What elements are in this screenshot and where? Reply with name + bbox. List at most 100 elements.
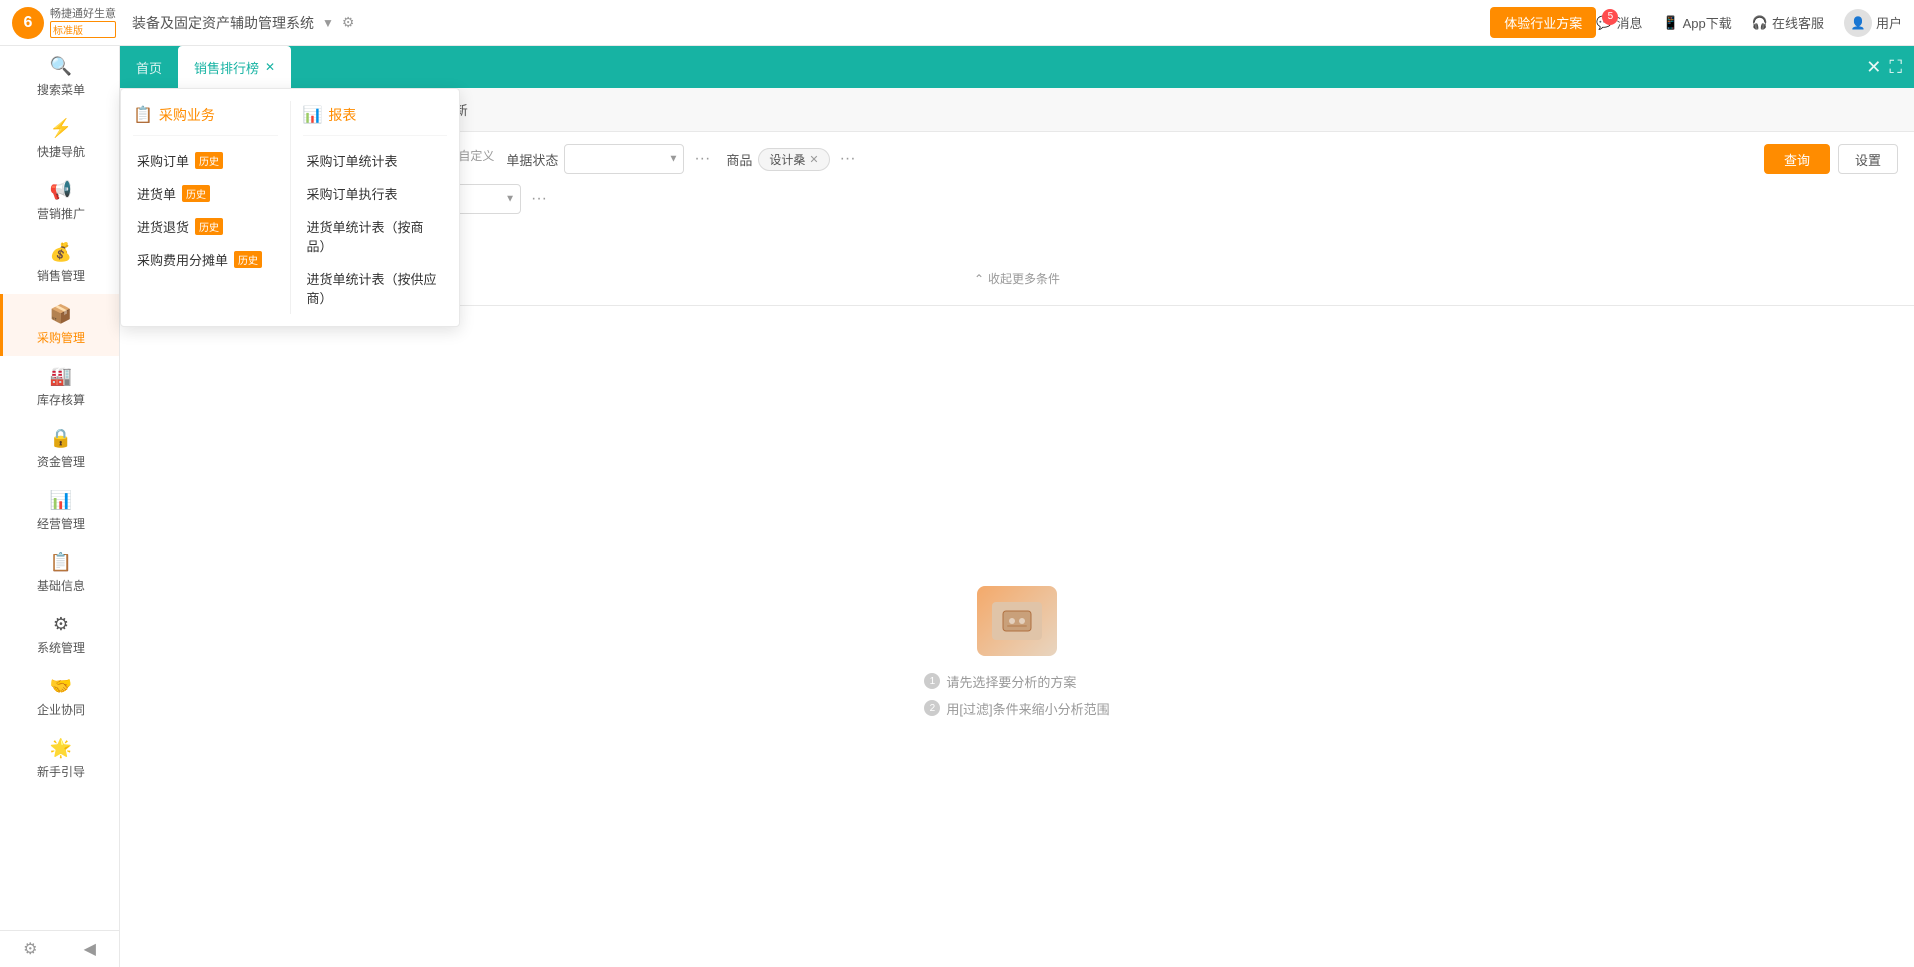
handshake-icon: 🤝: [50, 676, 72, 697]
purchase-col-title-text: 采购业务: [159, 105, 215, 125]
chart-icon: 📊: [50, 490, 72, 511]
report-3-label: 进货单统计表（按商品）: [307, 217, 444, 255]
report-col-title-text: 报表: [328, 105, 356, 125]
user-label: 用户: [1876, 13, 1902, 32]
sidebar-item-finance[interactable]: 🔒 资金管理: [0, 418, 119, 480]
status-label: 单据状态: [506, 150, 558, 169]
empty-text: 1 请先选择要分析的方案 2 用[过滤]条件来缩小分析范围: [924, 672, 1109, 718]
sidebar-item-system[interactable]: ⚙ 系统管理: [0, 604, 119, 666]
message-btn[interactable]: 💬 5 消息: [1596, 13, 1642, 32]
dropdown-cols: 📋 采购业务 采购订单 历史 进货单 历史 进货退货 历史 采购费用分摊单 历史: [121, 101, 459, 314]
dropdown-expense[interactable]: 采购费用分摊单 历史: [133, 243, 278, 276]
message-label: 消息: [1616, 13, 1642, 32]
message-badge-wrap: 💬 5: [1596, 15, 1612, 31]
industry-btn[interactable]: 体验行业方案: [1490, 7, 1596, 38]
expense-label: 采购费用分摊单: [137, 250, 228, 269]
tab-home-label: 首页: [136, 58, 162, 77]
sidebar-label-system: 系统管理: [37, 639, 85, 656]
query-btn[interactable]: 查询: [1764, 144, 1830, 174]
status-ellipsis[interactable]: ···: [690, 150, 714, 168]
top-header: 6 畅捷通好生意 标准版 装备及固定资产辅助管理系统 ▼ ⚙ 体验行业方案 💬 …: [0, 0, 1914, 46]
dropdown-report-3[interactable]: 进货单统计表（按商品）: [303, 210, 448, 262]
sidebar-label-marketing: 营销推广: [37, 205, 85, 222]
sidebar-item-inventory[interactable]: 🏭 库存核算: [0, 356, 119, 418]
sidebar-label-operations: 经营管理: [37, 515, 85, 532]
sidebar-label-finance: 资金管理: [37, 453, 85, 470]
sidebar-bottom: ⚙ ◀: [0, 930, 119, 967]
sidebar-item-basic[interactable]: 📋 基础信息: [0, 542, 119, 604]
user-btn[interactable]: 👤 用户: [1844, 9, 1902, 37]
header-right: 💬 5 消息 📱 App下载 🎧 在线客服 👤 用户: [1596, 9, 1902, 37]
dropdown-report-2[interactable]: 采购订单执行表: [303, 177, 448, 210]
sidebar-collapse-btn[interactable]: ◀: [84, 939, 96, 959]
megaphone-icon: 📢: [50, 180, 72, 201]
dropdown-incoming[interactable]: 进货单 历史: [133, 177, 278, 210]
logo-char: 6: [24, 14, 33, 32]
sidebar-label-collab: 企业协同: [37, 701, 85, 718]
status-filter: 单据状态 ▼ ···: [506, 144, 714, 174]
status-select-wrap: ▼: [564, 144, 684, 174]
sidebar-item-quick[interactable]: ⚡ 快捷导航: [0, 108, 119, 170]
tab-bar: 首页 销售排行榜 ✕ ✕ ⛶: [120, 46, 1914, 88]
hint1-text: 请先选择要分析的方案: [946, 672, 1076, 691]
report-col-title: 📊 报表: [303, 101, 448, 136]
service-btn[interactable]: 🎧 在线客服: [1752, 13, 1824, 32]
history-badge-1: 历史: [182, 185, 210, 202]
sidebar-item-operations[interactable]: 📊 经营管理: [0, 480, 119, 542]
goods-tag-close[interactable]: ✕: [809, 153, 818, 166]
sidebar-item-collab[interactable]: 🤝 企业协同: [0, 666, 119, 728]
box-icon: 📦: [50, 304, 72, 325]
star-icon: 🌟: [50, 738, 72, 759]
sidebar-label-purchase: 采购管理: [37, 329, 85, 346]
goods-tag: 设计桑 ✕: [758, 148, 829, 171]
dropdown-purchase-order[interactable]: 采购订单 历史: [133, 144, 278, 177]
sidebar-label-guide: 新手引导: [37, 763, 85, 780]
goods-filter: 商品 设计桑 ✕ ···: [726, 148, 859, 171]
report-2-label: 采购订单执行表: [307, 184, 398, 203]
tab-bar-right: ✕ ⛶: [1866, 57, 1914, 78]
tab-maximize-icon[interactable]: ⛶: [1889, 57, 1902, 78]
tab-close-icon[interactable]: ✕: [265, 60, 275, 74]
gear-icon[interactable]: ⚙: [342, 14, 355, 31]
dropdown-return[interactable]: 进货退货 历史: [133, 210, 278, 243]
app-label: App下载: [1683, 13, 1732, 32]
dropdown-purchase-col: 📋 采购业务 采购订单 历史 进货单 历史 进货退货 历史 采购费用分摊单 历史: [121, 101, 290, 314]
sidebar-label-quick: 快捷导航: [37, 143, 85, 160]
tab-sales-rank[interactable]: 销售排行榜 ✕: [178, 46, 291, 88]
hint2-text: 用[过滤]条件来缩小分析范围: [946, 699, 1109, 718]
incoming-label: 进货单: [137, 184, 176, 203]
history-badge-2: 历史: [195, 218, 223, 235]
tab-close-all-icon[interactable]: ✕: [1866, 57, 1881, 78]
history-badge-3: 历史: [234, 251, 262, 268]
dropdown-report-4[interactable]: 进货单统计表（按供应商）: [303, 262, 448, 314]
empty-illustration: [957, 556, 1077, 656]
logo-text-area: 畅捷通好生意 标准版: [50, 7, 116, 38]
dropdown-report-1[interactable]: 采购订单统计表: [303, 144, 448, 177]
sidebar-label-inventory: 库存核算: [37, 391, 85, 408]
settings-filter-btn[interactable]: 设置: [1838, 144, 1898, 174]
sidebar-settings-btn[interactable]: ⚙: [23, 939, 37, 959]
purchase-col-title: 📋 采购业务: [133, 101, 278, 136]
salesperson-ellipsis[interactable]: ···: [527, 190, 551, 208]
action-btns: 查询 设置: [1764, 144, 1898, 174]
title-dropdown-arrow[interactable]: ▼: [322, 16, 334, 30]
purchase-order-label: 采购订单: [137, 151, 189, 170]
sidebar-item-search[interactable]: 🔍 搜索菜单: [0, 46, 119, 108]
sidebar-item-marketing[interactable]: 📢 营销推广: [0, 170, 119, 232]
app-download-btn[interactable]: 📱 App下载: [1662, 13, 1731, 32]
status-select[interactable]: [564, 144, 684, 174]
clipboard-icon: 📋: [50, 552, 72, 573]
goods-ellipsis[interactable]: ···: [836, 150, 860, 168]
history-badge-0: 历史: [195, 152, 223, 169]
cog-icon: ⚙: [53, 614, 69, 635]
logo-icon: 6: [12, 7, 44, 39]
goods-label: 商品: [726, 150, 752, 169]
lightning-icon: ⚡: [50, 118, 72, 139]
custom-date-link[interactable]: 自定义: [458, 147, 494, 172]
empty-hint-1: 1 请先选择要分析的方案: [924, 672, 1109, 691]
sidebar-item-guide[interactable]: 🌟 新手引导: [0, 728, 119, 790]
lock-icon: 🔒: [50, 428, 72, 449]
sidebar-item-purchase[interactable]: 📦 采购管理: [0, 294, 119, 356]
tab-home[interactable]: 首页: [120, 46, 178, 88]
sidebar-item-sales[interactable]: 💰 销售管理: [0, 232, 119, 294]
